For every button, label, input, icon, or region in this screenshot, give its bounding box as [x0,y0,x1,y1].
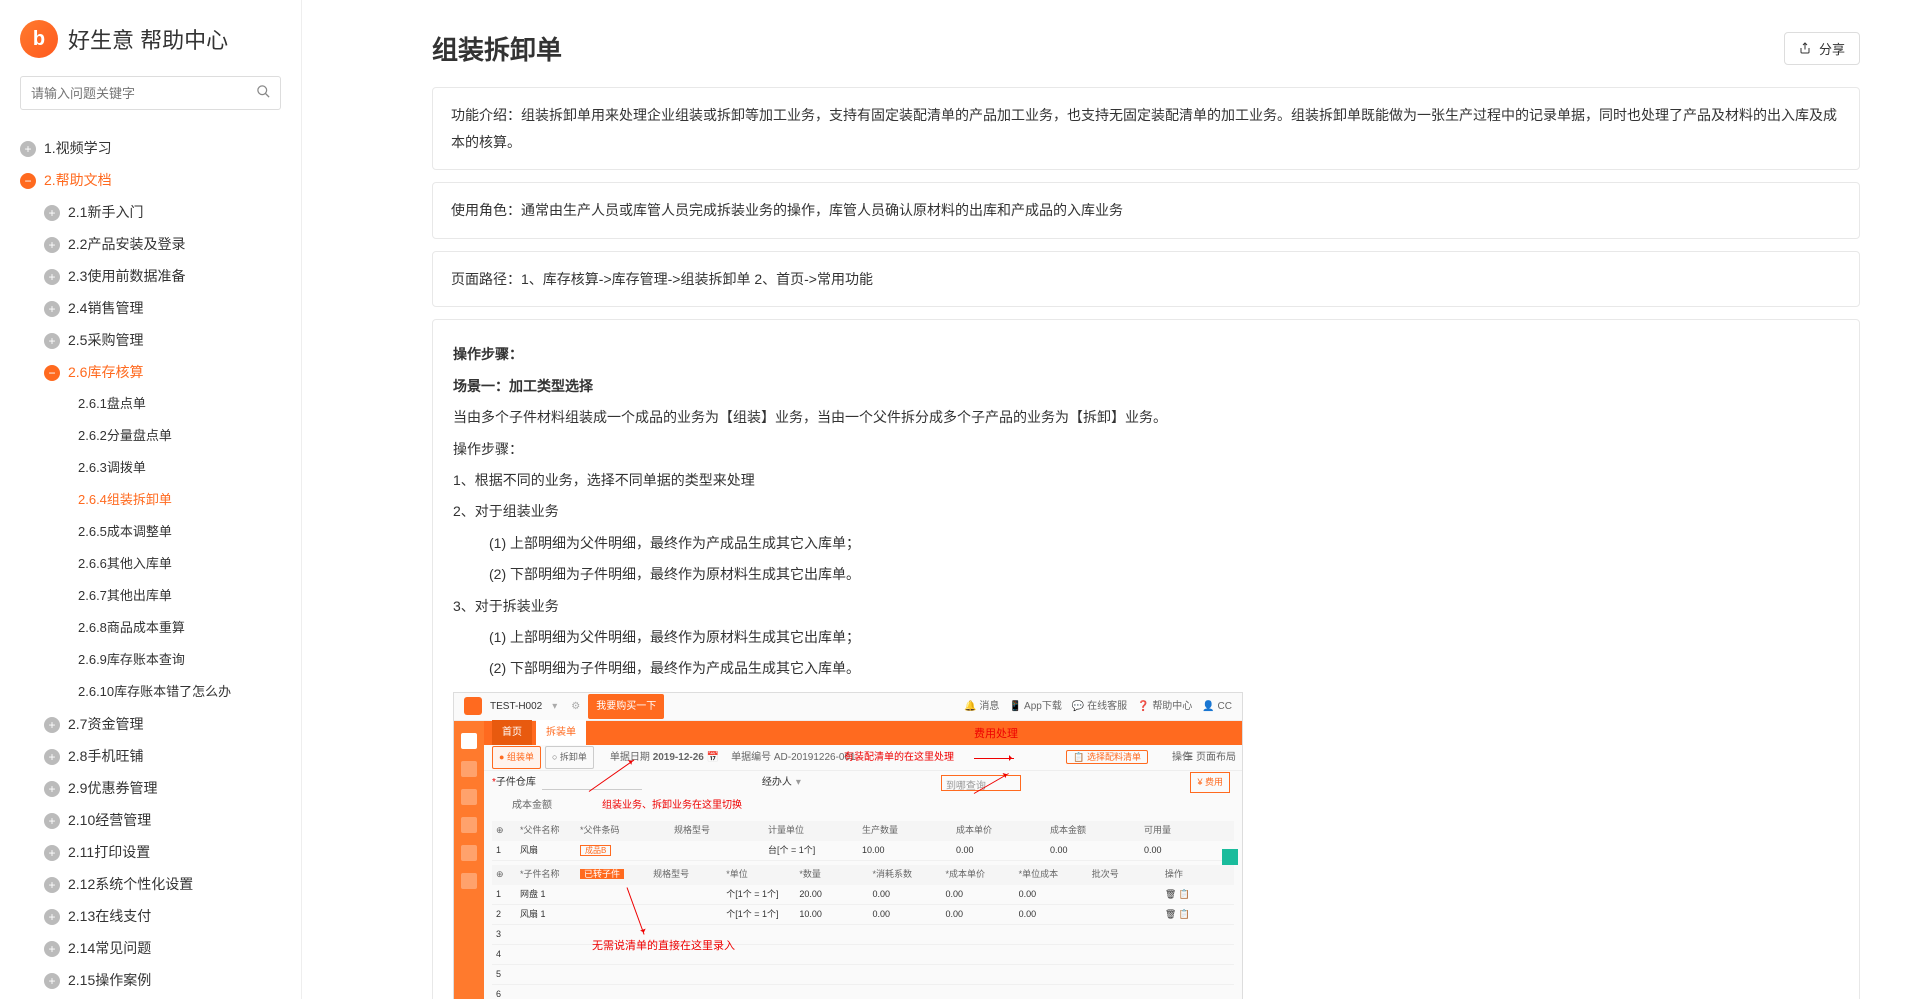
ss-side-icon [461,873,477,889]
content-text: 当由多个子件材料组装成一个成品的业务为【组装】业务，当由一个父件拆分成多个子产品… [453,403,1839,432]
content-text: 3、对于拆装业务 [453,592,1839,621]
minus-icon: − [44,365,60,381]
nav-video[interactable]: +1.视频学习 [20,132,281,164]
plus-icon: + [20,141,36,157]
nav-2-6[interactable]: −2.6库存核算 [20,356,281,388]
logo-icon: b [20,20,58,58]
share-icon [1799,42,1815,57]
plus-icon: + [44,909,60,925]
search-input[interactable] [20,76,281,110]
plus-icon: + [44,781,60,797]
content-text: 2、对于组装业务 [453,497,1839,526]
content-text: (2) 下部明细为子件明细，最终作为原材料生成其它出库单。 [453,560,1839,589]
nav-2-15[interactable]: +2.15操作案例 [20,964,281,996]
ss-side-icon [461,789,477,805]
plus-icon: + [44,877,60,893]
main-content: 组装拆卸单 分享 功能介绍：组装拆卸单用来处理企业组装或拆卸等加工业务，支持有固… [302,0,1920,999]
content-text: (2) 下部明细为子件明细，最终作为产成品生成其它入库单。 [453,654,1839,683]
content-text: 1、根据不同的业务，选择不同单据的类型来处理 [453,466,1839,495]
nav-2-8[interactable]: +2.8手机旺铺 [20,740,281,772]
nav-2-13[interactable]: +2.13在线支付 [20,900,281,932]
embedded-screenshot: TEST-H002 ▾ ⚙ 我要购买一下 🔔 消息 📱 App下载 💬 在线客服… [453,692,1243,999]
ss-test-label: TEST-H002 [490,696,542,717]
nav-2-9[interactable]: +2.9优惠券管理 [20,772,281,804]
intro-panel: 功能介绍：组装拆卸单用来处理企业组装或拆卸等加工业务，支持有固定装配清单的产品加… [432,87,1860,170]
plus-icon: + [44,845,60,861]
sidebar: b 好生意 帮助中心 +1.视频学习 −2.帮助文档 +2.1新手入门 +2.2… [0,0,302,999]
content-text: 操作步骤： [453,435,1839,464]
ss-logo-icon [464,697,482,715]
ss-annotation: 组装业务、拆卸业务在这里切换 [602,795,742,816]
nav-2-7[interactable]: +2.7资金管理 [20,708,281,740]
nav-2-5[interactable]: +2.5采购管理 [20,324,281,356]
plus-icon: + [44,941,60,957]
plus-icon: + [44,717,60,733]
ss-annotation: 费用处理 [974,723,1018,746]
ss-buy-button: 我要购买一下 [588,694,664,719]
nav-2-1[interactable]: +2.1新手入门 [20,196,281,228]
nav-2-6-6[interactable]: 2.6.6其他入库单 [20,548,281,580]
nav-2-10[interactable]: +2.10经营管理 [20,804,281,836]
content-text: (1) 上部明细为父件明细，最终作为产成品生成其它入库单； [453,529,1839,558]
logo-row: b 好生意 帮助中心 [20,20,281,58]
nav-2-6-7[interactable]: 2.6.7其他出库单 [20,580,281,612]
search-icon[interactable] [256,84,271,103]
minus-icon: − [20,173,36,189]
plus-icon: + [44,973,60,989]
nav-2-6-5[interactable]: 2.6.5成本调整单 [20,516,281,548]
nav-2-4[interactable]: +2.4销售管理 [20,292,281,324]
search-box [20,76,281,110]
ss-tab-home: 首页 [492,720,532,745]
site-title: 好生意 帮助中心 [68,23,228,55]
path-panel: 页面路径：1、库存核算->库存管理->组装拆卸单 2、首页->常用功能 [432,251,1860,308]
plus-icon: + [44,301,60,317]
share-button[interactable]: 分享 [1784,32,1860,65]
nav-2-14[interactable]: +2.14常见问题 [20,932,281,964]
nav-2-6-3[interactable]: 2.6.3调拨单 [20,452,281,484]
content-block: 操作步骤： 场景一：加工类型选择 当由多个子件材料组装成一个成品的业务为【组装】… [432,319,1860,999]
plus-icon: + [44,205,60,221]
nav-2-6-2[interactable]: 2.6.2分量盘点单 [20,420,281,452]
plus-icon: + [44,269,60,285]
nav-docs[interactable]: −2.帮助文档 [20,164,281,196]
plus-icon: + [44,333,60,349]
ss-annotation: 有装配清单的在这里处理 [844,747,954,768]
ss-tab-doc: 拆装单 [536,720,586,745]
ss-home-icon [461,733,477,749]
plus-icon: + [44,813,60,829]
role-panel: 使用角色：通常由生产人员或库管人员完成拆装业务的操作，库管人员确认原材料的出库和… [432,182,1860,239]
scene-heading: 场景一：加工类型选择 [453,378,593,394]
ss-annotation: 无需说清单的直接在这里录入 [592,935,735,958]
nav-2-12[interactable]: +2.12系统个性化设置 [20,868,281,900]
ss-side-icon [461,845,477,861]
page-title: 组装拆卸单 [432,30,562,67]
ss-expand-icon [1222,849,1238,865]
nav-2-3[interactable]: +2.3使用前数据准备 [20,260,281,292]
plus-icon: + [44,237,60,253]
nav-2-2[interactable]: +2.2产品安装及登录 [20,228,281,260]
nav-2-6-4[interactable]: 2.6.4组装拆卸单 [20,484,281,516]
nav-2-6-9[interactable]: 2.6.9库存账本查询 [20,644,281,676]
ss-side-icon [461,817,477,833]
steps-heading: 操作步骤： [453,346,523,362]
nav-2-11[interactable]: +2.11打印设置 [20,836,281,868]
nav-2-6-8[interactable]: 2.6.8商品成本重算 [20,612,281,644]
content-text: (1) 上部明细为父件明细，最终作为原材料生成其它出库单； [453,623,1839,652]
nav-2-6-1[interactable]: 2.6.1盘点单 [20,388,281,420]
nav-2-6-10[interactable]: 2.6.10库存账本错了怎么办 [20,676,281,708]
nav-list: +1.视频学习 −2.帮助文档 +2.1新手入门 +2.2产品安装及登录 +2.… [20,132,281,996]
plus-icon: + [44,749,60,765]
ss-side-icon [461,761,477,777]
